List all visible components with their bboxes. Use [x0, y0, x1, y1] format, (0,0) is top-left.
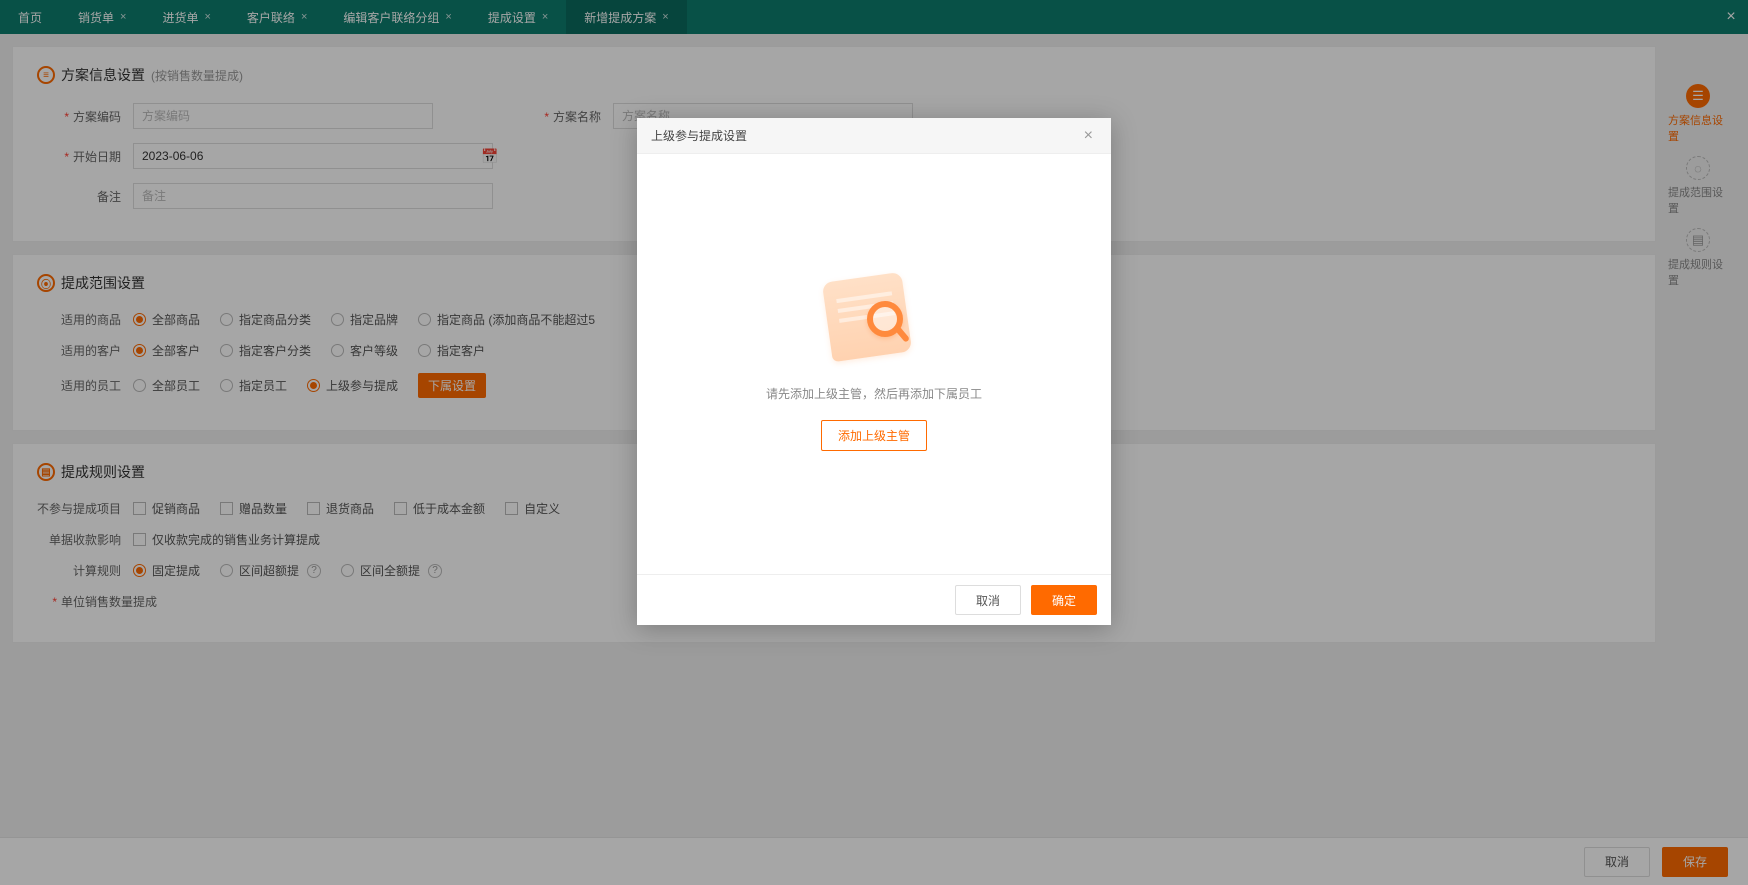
modal-cancel-button[interactable]: 取消	[955, 585, 1021, 615]
close-icon[interactable]: ×	[1080, 127, 1097, 145]
add-superior-button[interactable]: 添加上级主管	[821, 420, 927, 451]
empty-state-text: 请先添加上级主管，然后再添加下属员工	[766, 385, 982, 402]
modal-ok-button[interactable]: 确定	[1031, 585, 1097, 615]
modal-title: 上级参与提成设置	[651, 127, 747, 144]
empty-illustration	[809, 267, 939, 367]
superior-modal: 上级参与提成设置 × 请先添加上级主管，然后再添加下属员工 添加上级主管 取消 …	[637, 118, 1111, 625]
modal-header: 上级参与提成设置 ×	[637, 118, 1111, 154]
